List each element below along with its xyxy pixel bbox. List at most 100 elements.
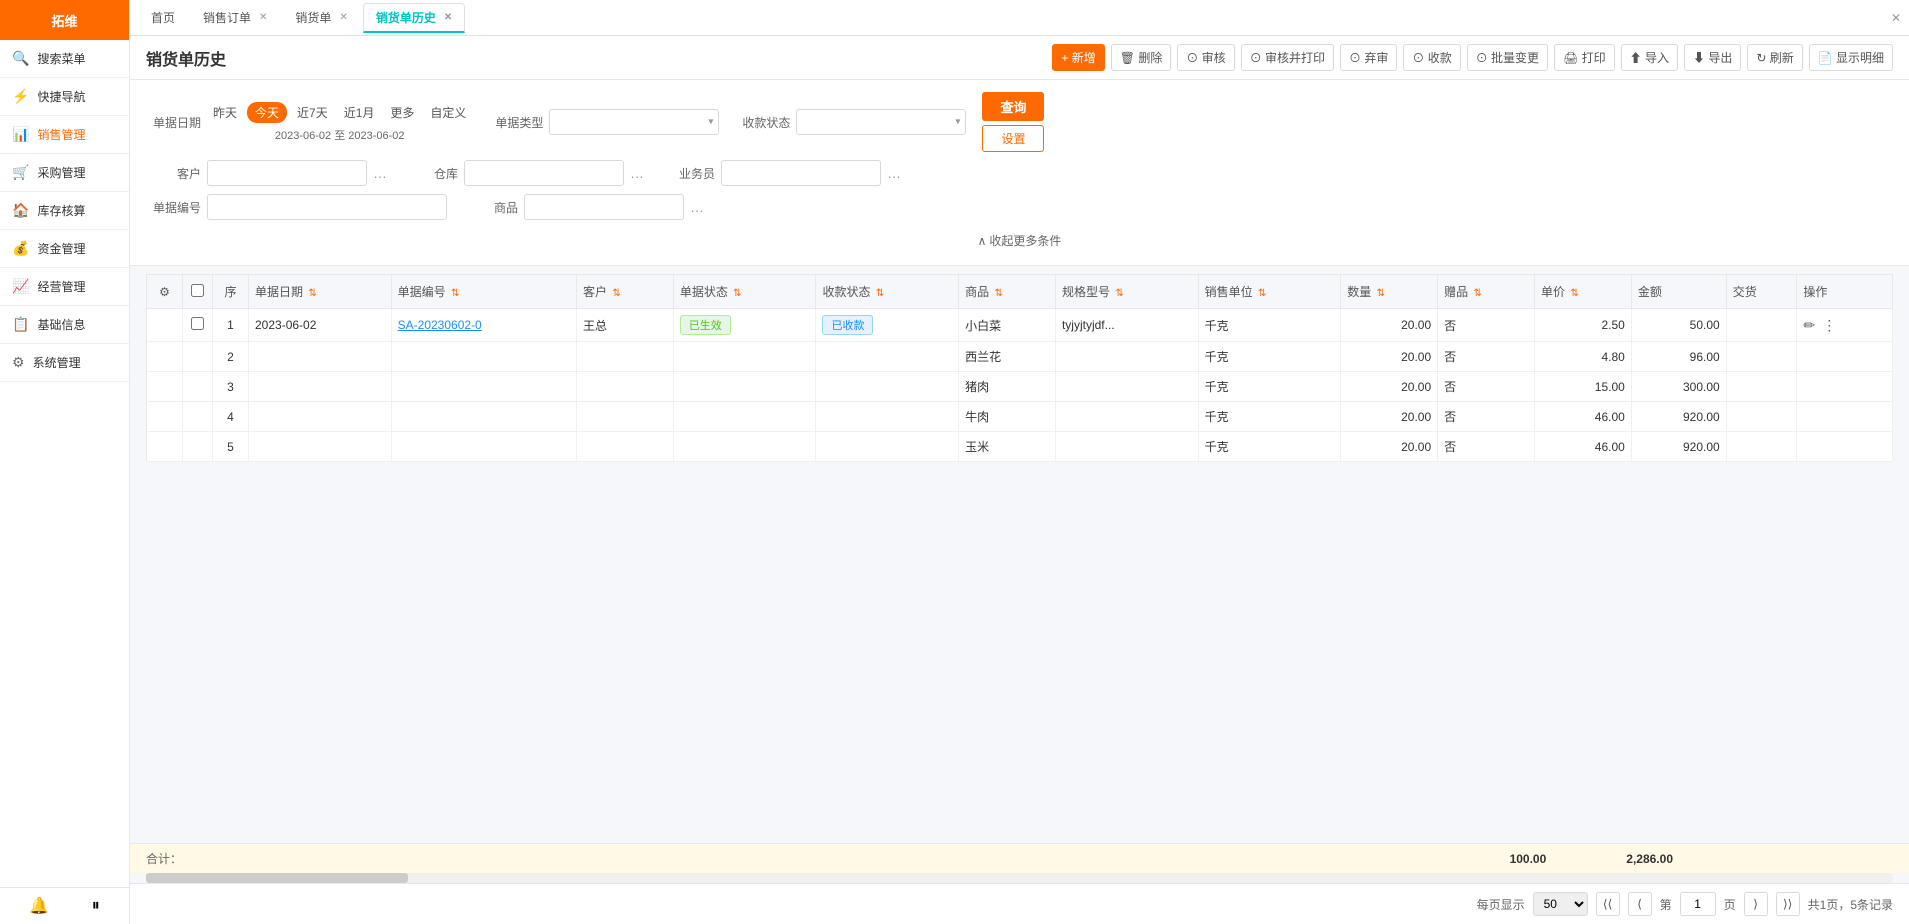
sort-unit-icon: ⇅ <box>1258 288 1266 299</box>
customer-input[interactable] <box>207 160 367 186</box>
next-page-btn[interactable]: ⟩ <box>1744 892 1768 916</box>
sidebar-item-base-info[interactable]: 📋 基础信息 <box>0 306 129 344</box>
abandon-button[interactable]: ⊙ 弃审 <box>1340 44 1397 71</box>
cell-collect-status: 已收款 <box>816 309 959 342</box>
batch-change-button[interactable]: ⊙ 批量变更 <box>1467 44 1548 71</box>
edit-icon[interactable]: ✏ <box>1803 317 1815 333</box>
refresh-button[interactable]: ↻ 刷新 <box>1747 44 1802 71</box>
th-gear[interactable]: ⚙ <box>147 275 183 309</box>
cell-customer <box>576 402 673 432</box>
first-page-btn[interactable]: ⟨⟨ <box>1596 892 1620 916</box>
per-page-label: 每页显示 <box>1477 896 1525 913</box>
cell-gear <box>147 402 183 432</box>
sidebar-item-finance[interactable]: 💰 资金管理 <box>0 230 129 268</box>
delete-button[interactable]: 🗑 删除 <box>1111 44 1172 71</box>
table-gear-icon: ⚙ <box>159 285 170 299</box>
shortcut-yesterday[interactable]: 昨天 <box>207 102 243 123</box>
cell-unit: 千克 <box>1198 372 1341 402</box>
product-input[interactable] <box>524 194 684 220</box>
th-unit[interactable]: 销售单位 ⇅ <box>1198 275 1341 309</box>
audit-button[interactable]: ⊙ 审核 <box>1177 44 1234 71</box>
show-detail-button[interactable]: 📄 显示明细 <box>1809 44 1893 71</box>
shortcut-more[interactable]: 更多 <box>384 102 420 123</box>
sidebar-item-search-menu[interactable]: 🔍 搜索菜单 <box>0 40 129 78</box>
query-button[interactable]: 查询 <box>982 92 1044 121</box>
doc-no-link[interactable]: SA-20230602-0 <box>398 318 482 332</box>
th-price[interactable]: 单价 ⇅ <box>1534 275 1631 309</box>
tab-home[interactable]: 首页 <box>138 3 188 33</box>
tab-close-sales-history[interactable]: ✕ <box>444 12 452 23</box>
table-row: 1 2023-06-02 SA-20230602-0 王总 已生效 已收款 小白… <box>147 309 1893 342</box>
product-dots-btn[interactable]: … <box>690 199 704 215</box>
settings-button[interactable]: 设置 <box>982 125 1044 152</box>
shortcut-1month[interactable]: 近1月 <box>338 102 381 123</box>
row-checkbox[interactable] <box>191 317 204 330</box>
filter-product: 商品 … <box>463 194 704 220</box>
audit-print-button[interactable]: ⊙ 审核并打印 <box>1241 44 1334 71</box>
export-button[interactable]: ⬇ 导出 <box>1684 44 1741 71</box>
ops-icon: 📈 <box>12 278 29 295</box>
th-product[interactable]: 商品 ⇅ <box>959 275 1056 309</box>
cell-doc-status <box>673 402 816 432</box>
warehouse-input[interactable] <box>464 160 624 186</box>
warehouse-dots-btn[interactable]: … <box>630 165 644 181</box>
collect-status-select[interactable] <box>796 109 966 135</box>
th-doc-status[interactable]: 单据状态 ⇅ <box>673 275 816 309</box>
sidebar-item-purchase-mgmt[interactable]: 🛒 采购管理 <box>0 154 129 192</box>
cell-deal <box>1726 309 1797 342</box>
th-amount: 金额 <box>1631 275 1726 309</box>
th-doc-no[interactable]: 单据编号 ⇅ <box>391 275 576 309</box>
sidebar-item-label: 资金管理 <box>37 240 85 257</box>
sidebar-item-quick-nav[interactable]: ⚡ 快捷导航 <box>0 78 129 116</box>
sort-date-icon: ⇅ <box>308 288 316 299</box>
tab-sales-order[interactable]: 销售订单 ✕ <box>190 3 280 33</box>
salesperson-dots-btn[interactable]: … <box>887 165 901 181</box>
cell-num: 5 <box>213 432 249 462</box>
new-button[interactable]: + 新增 <box>1052 44 1104 71</box>
collect-button[interactable]: ⊙ 收款 <box>1403 44 1460 71</box>
sidebar-item-ops[interactable]: 📈 经营管理 <box>0 268 129 306</box>
shortcut-custom[interactable]: 自定义 <box>424 102 472 123</box>
sidebar-item-inventory[interactable]: 🏠 库存核算 <box>0 192 129 230</box>
window-close-icon[interactable]: ✕ <box>1891 11 1901 25</box>
prev-page-btn[interactable]: ⟨ <box>1628 892 1652 916</box>
warehouse-label: 仓库 <box>403 165 458 182</box>
th-customer[interactable]: 客户 ⇅ <box>576 275 673 309</box>
sidebar-item-label: 搜索菜单 <box>37 50 85 67</box>
more-icon[interactable]: ⋮ <box>1822 317 1836 333</box>
salesperson-label: 业务员 <box>660 165 715 182</box>
th-spec[interactable]: 规格型号 ⇅ <box>1055 275 1198 309</box>
th-doc-date[interactable]: 单据日期 ⇅ <box>249 275 392 309</box>
import-button[interactable]: ⬆ 导入 <box>1621 44 1678 71</box>
tab-close-sales-delivery[interactable]: ✕ <box>339 12 347 23</box>
collapse-button[interactable]: ∧ 收起更多条件 <box>970 228 1070 253</box>
table-header-row: ⚙ 序 单据日期 ⇅ 单据编号 ⇅ 客户 ⇅ 单据状态 ⇅ 收款状态 ⇅ 商品 … <box>147 275 1893 309</box>
page-number-input[interactable] <box>1680 892 1716 916</box>
select-all-checkbox[interactable] <box>191 284 204 297</box>
tab-sales-history[interactable]: 销货单历史 ✕ <box>363 3 465 33</box>
tab-close-sales-order[interactable]: ✕ <box>259 12 267 23</box>
notification-icon[interactable]: 🔔 <box>29 896 49 916</box>
doc-type-select[interactable] <box>549 109 719 135</box>
horizontal-scrollbar[interactable] <box>146 873 408 883</box>
shortcut-7days[interactable]: 近7天 <box>291 102 334 123</box>
cell-collect-status <box>816 432 959 462</box>
doc-type-select-wrapper <box>549 109 719 135</box>
customer-dots-btn[interactable]: … <box>373 165 387 181</box>
pause-icon[interactable]: ⏸ <box>92 897 100 915</box>
per-page-select[interactable]: 10 20 50 100 <box>1533 892 1588 916</box>
cell-collect-status <box>816 342 959 372</box>
th-gift[interactable]: 赠品 ⇅ <box>1438 275 1535 309</box>
th-qty[interactable]: 数量 ⇅ <box>1341 275 1438 309</box>
tab-sales-delivery[interactable]: 销货单 ✕ <box>282 3 360 33</box>
sidebar-item-sys-mgmt[interactable]: ⚙ 系统管理 <box>0 344 129 382</box>
sidebar-item-label: 库存核算 <box>37 202 85 219</box>
salesperson-input[interactable] <box>721 160 881 186</box>
th-collect-status[interactable]: 收款状态 ⇅ <box>816 275 959 309</box>
doc-no-input[interactable] <box>207 194 447 220</box>
last-page-btn[interactable]: ⟩⟩ <box>1776 892 1800 916</box>
cell-customer <box>576 372 673 402</box>
sidebar-item-sales-mgmt[interactable]: 📊 销售管理 <box>0 116 129 154</box>
shortcut-today[interactable]: 今天 <box>247 102 287 123</box>
print-button[interactable]: 🖨 打印 <box>1554 44 1615 71</box>
